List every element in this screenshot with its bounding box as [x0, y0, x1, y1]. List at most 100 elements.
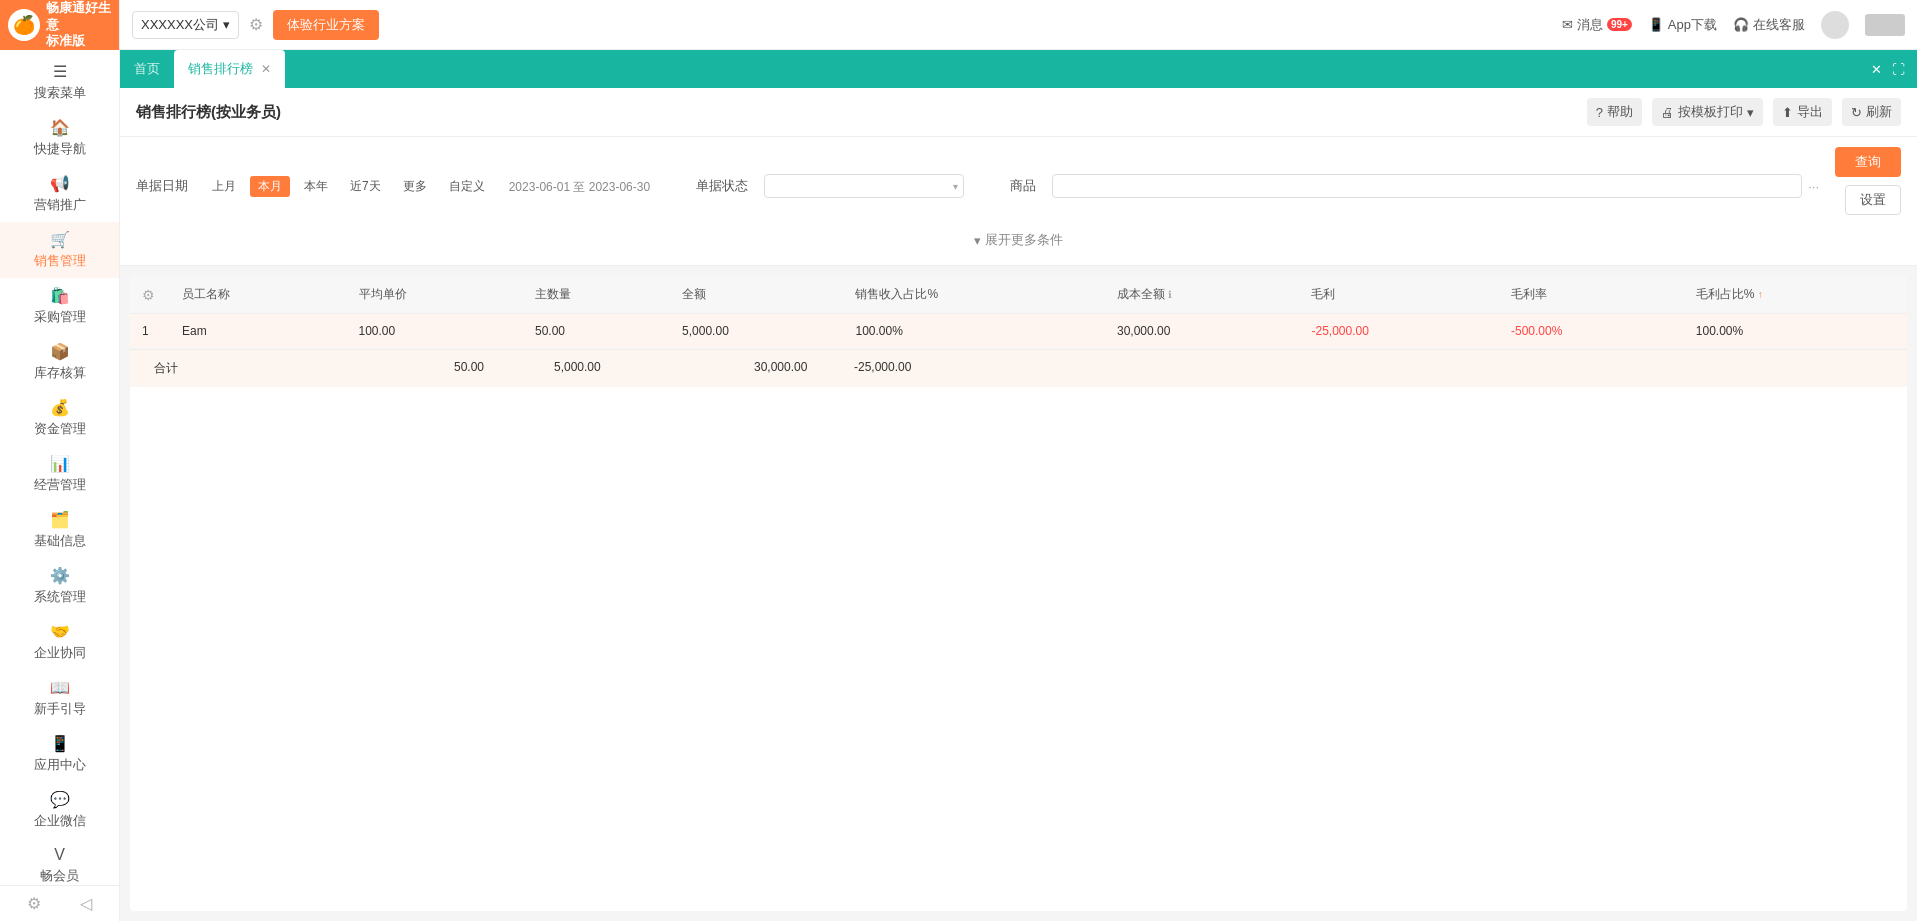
tabbar: 首页 销售排行榜 ✕ ✕ ⛶ — [120, 50, 1917, 88]
filter-row: 单据日期 上月 本月 本年 近7天 更多 自定义 2023-06-01 至 20… — [136, 147, 1901, 225]
footer-gross-rate — [942, 360, 1042, 377]
sales-icon: 🛒 — [50, 230, 70, 249]
sidebar-label-search-order: 搜索菜单 — [34, 84, 86, 102]
sidebar-item-enterprise-collab[interactable]: 🤝企业协同 — [0, 614, 119, 670]
sidebar-item-system[interactable]: ⚙️系统管理 — [0, 558, 119, 614]
custom-date-btn[interactable]: 自定义 — [441, 176, 493, 197]
sidebar-item-sales[interactable]: 🛒 销售管理 — [0, 222, 119, 278]
sidebar-label-guide: 新手引导 — [34, 700, 86, 718]
table-header-row: ⚙ 员工名称 平均单价 主数量 全额 销售收入占比% 成本全额 ℹ 毛利 毛利率 — [130, 276, 1907, 314]
date-filter-label: 单据日期 — [136, 177, 188, 195]
help-btn[interactable]: ? 帮助 — [1587, 98, 1642, 126]
tab-sales-ranking[interactable]: 销售排行榜 ✕ — [174, 50, 285, 88]
expand-row: ▾ 展开更多条件 — [136, 225, 1901, 255]
sidebar-item-wechat[interactable]: 💬企业微信 — [0, 782, 119, 838]
sidebar: 🍊 畅康通好生意 标准版 ☰搜索菜单🏠快捷导航📢营销推广🛒销售管理🛍️采购管理📦… — [0, 0, 120, 921]
online-service-btn[interactable]: 🎧 在线客服 — [1733, 16, 1805, 34]
expand-conditions-btn[interactable]: ▾ 展开更多条件 — [974, 231, 1063, 249]
more-date-btn[interactable]: 更多 — [395, 176, 435, 197]
export-icon: ⬆ — [1782, 105, 1793, 120]
sidebar-item-inventory[interactable]: 📦库存核算 — [0, 334, 119, 390]
avatar[interactable] — [1821, 11, 1849, 39]
help-icon: ? — [1596, 105, 1603, 120]
this-year-btn[interactable]: 本年 — [296, 176, 336, 197]
gear-icon[interactable]: ⚙ — [249, 15, 263, 34]
sidebar-item-basic-info[interactable]: 🗂️基础信息 — [0, 502, 119, 558]
refresh-label: 刷新 — [1866, 103, 1892, 121]
export-btn[interactable]: ⬆ 导出 — [1773, 98, 1832, 126]
collapse-btn[interactable]: ◁ — [80, 894, 92, 913]
sidebar-nav: ☰搜索菜单🏠快捷导航📢营销推广 🛒 销售管理 🛍️采购管理📦库存核算💰资金管理📊经营管… — [0, 50, 119, 885]
table-settings-icon[interactable]: ⚙ — [142, 287, 155, 303]
filter-area: 单据日期 上月 本月 本年 近7天 更多 自定义 2023-06-01 至 20… — [120, 137, 1917, 266]
sidebar-label-member: 畅会员 — [40, 867, 79, 885]
query-btn[interactable]: 查询 — [1835, 147, 1901, 177]
close-icon[interactable]: ✕ — [261, 62, 271, 76]
trial-btn[interactable]: 体验行业方案 — [273, 10, 379, 40]
sidebar-label-operation: 经营管理 — [34, 476, 86, 494]
sidebar-item-guide[interactable]: 📖 新手引导 — [0, 670, 119, 726]
message-btn[interactable]: ✉ 消息 99+ — [1562, 16, 1632, 34]
this-month-btn[interactable]: 本月 — [250, 176, 290, 197]
gross-pct-sort-icon[interactable]: ↑ — [1758, 289, 1763, 300]
tab-home[interactable]: 首页 — [120, 50, 174, 88]
topbar: XXXXXX公司 ▾ ⚙ 体验行业方案 ✉ 消息 99+ 📱 App下载 🎧 在… — [120, 0, 1917, 50]
sidebar-item-app-center[interactable]: 📱应用中心 — [0, 726, 119, 782]
sidebar-label-quick-nav: 快捷导航 — [34, 140, 86, 158]
prev-month-btn[interactable]: 上月 — [204, 176, 244, 197]
finance-icon: 💰 — [50, 398, 70, 417]
sidebar-label-app-center: 应用中心 — [34, 756, 86, 774]
footer-gross: -25,000.00 — [842, 360, 942, 377]
page-header: 销售排行榜(按业务员) ? 帮助 🖨 按模板打印 ▾ ⬆ 导出 ↻ 刷新 — [120, 88, 1917, 137]
col-employee: 员工名称 — [170, 276, 347, 314]
col-settings[interactable]: ⚙ — [130, 276, 170, 314]
sidebar-label-sales: 销售管理 — [34, 252, 86, 270]
template-print-btn[interactable]: 🖨 按模板打印 ▾ — [1652, 98, 1763, 126]
online-service-label: 在线客服 — [1753, 16, 1805, 34]
app-download-btn[interactable]: 📱 App下载 — [1648, 16, 1717, 34]
message-label: 消息 — [1577, 16, 1603, 34]
headset-icon: 🎧 — [1733, 17, 1749, 32]
col-main-qty: 主数量 — [523, 276, 670, 314]
col-amount: 全额 — [670, 276, 843, 314]
company-selector[interactable]: XXXXXX公司 ▾ — [132, 11, 239, 39]
page-actions: ? 帮助 🖨 按模板打印 ▾ ⬆ 导出 ↻ 刷新 — [1587, 98, 1901, 136]
app-download-label: App下载 — [1668, 16, 1717, 34]
footer-cost-amount: 30,000.00 — [742, 360, 842, 377]
help-label: 帮助 — [1607, 103, 1633, 121]
purchase-icon: 🛍️ — [50, 286, 70, 305]
expand-window-icon[interactable]: ⛶ — [1892, 62, 1905, 77]
refresh-icon: ↻ — [1851, 105, 1862, 120]
sidebar-item-marketing[interactable]: 📢营销推广 — [0, 166, 119, 222]
download-icon: 📱 — [1648, 17, 1664, 32]
filter-settings-btn[interactable]: 设置 — [1845, 185, 1901, 215]
refresh-btn[interactable]: ↻ 刷新 — [1842, 98, 1901, 126]
data-table: ⚙ 员工名称 平均单价 主数量 全额 销售收入占比% 成本全额 ℹ 毛利 毛利率 — [130, 276, 1907, 349]
goods-input[interactable] — [1052, 174, 1802, 198]
date-filters: 上月 本月 本年 近7天 更多 自定义 — [204, 176, 493, 197]
settings-footer-btn[interactable]: ⚙ — [27, 894, 41, 913]
sidebar-item-purchase[interactable]: 🛍️采购管理 — [0, 278, 119, 334]
col-cost-amount: 成本全额 ℹ — [1105, 276, 1300, 314]
sidebar-item-quick-nav[interactable]: 🏠快捷导航 — [0, 110, 119, 166]
tab-home-label: 首页 — [134, 60, 160, 78]
status-select[interactable] — [764, 174, 964, 198]
sidebar-item-search-order[interactable]: ☰搜索菜单 — [0, 54, 119, 110]
footer-sales-pct — [642, 360, 742, 377]
sidebar-item-member[interactable]: V畅会员 — [0, 838, 119, 885]
guide-icon: 📖 — [50, 678, 70, 697]
cell-cost-amount: 30,000.00 — [1105, 314, 1300, 349]
sidebar-item-operation[interactable]: 📊经营管理 — [0, 446, 119, 502]
close-all-icon[interactable]: ✕ — [1871, 62, 1882, 77]
col-gross: 毛利 — [1299, 276, 1499, 314]
goods-more-icon[interactable]: ··· — [1808, 179, 1819, 194]
table-row: 1 Eam 100.00 50.00 5,000.00 100.00% 30,0… — [130, 314, 1907, 349]
cell-avg-price: 100.00 — [347, 314, 524, 349]
sidebar-item-finance[interactable]: 💰资金管理 — [0, 390, 119, 446]
footer-avg-price — [342, 360, 442, 377]
last7days-btn[interactable]: 近7天 — [342, 176, 389, 197]
export-label: 导出 — [1797, 103, 1823, 121]
user-name[interactable] — [1865, 14, 1905, 36]
company-name: XXXXXX公司 — [141, 16, 219, 34]
system-icon: ⚙️ — [50, 566, 70, 585]
